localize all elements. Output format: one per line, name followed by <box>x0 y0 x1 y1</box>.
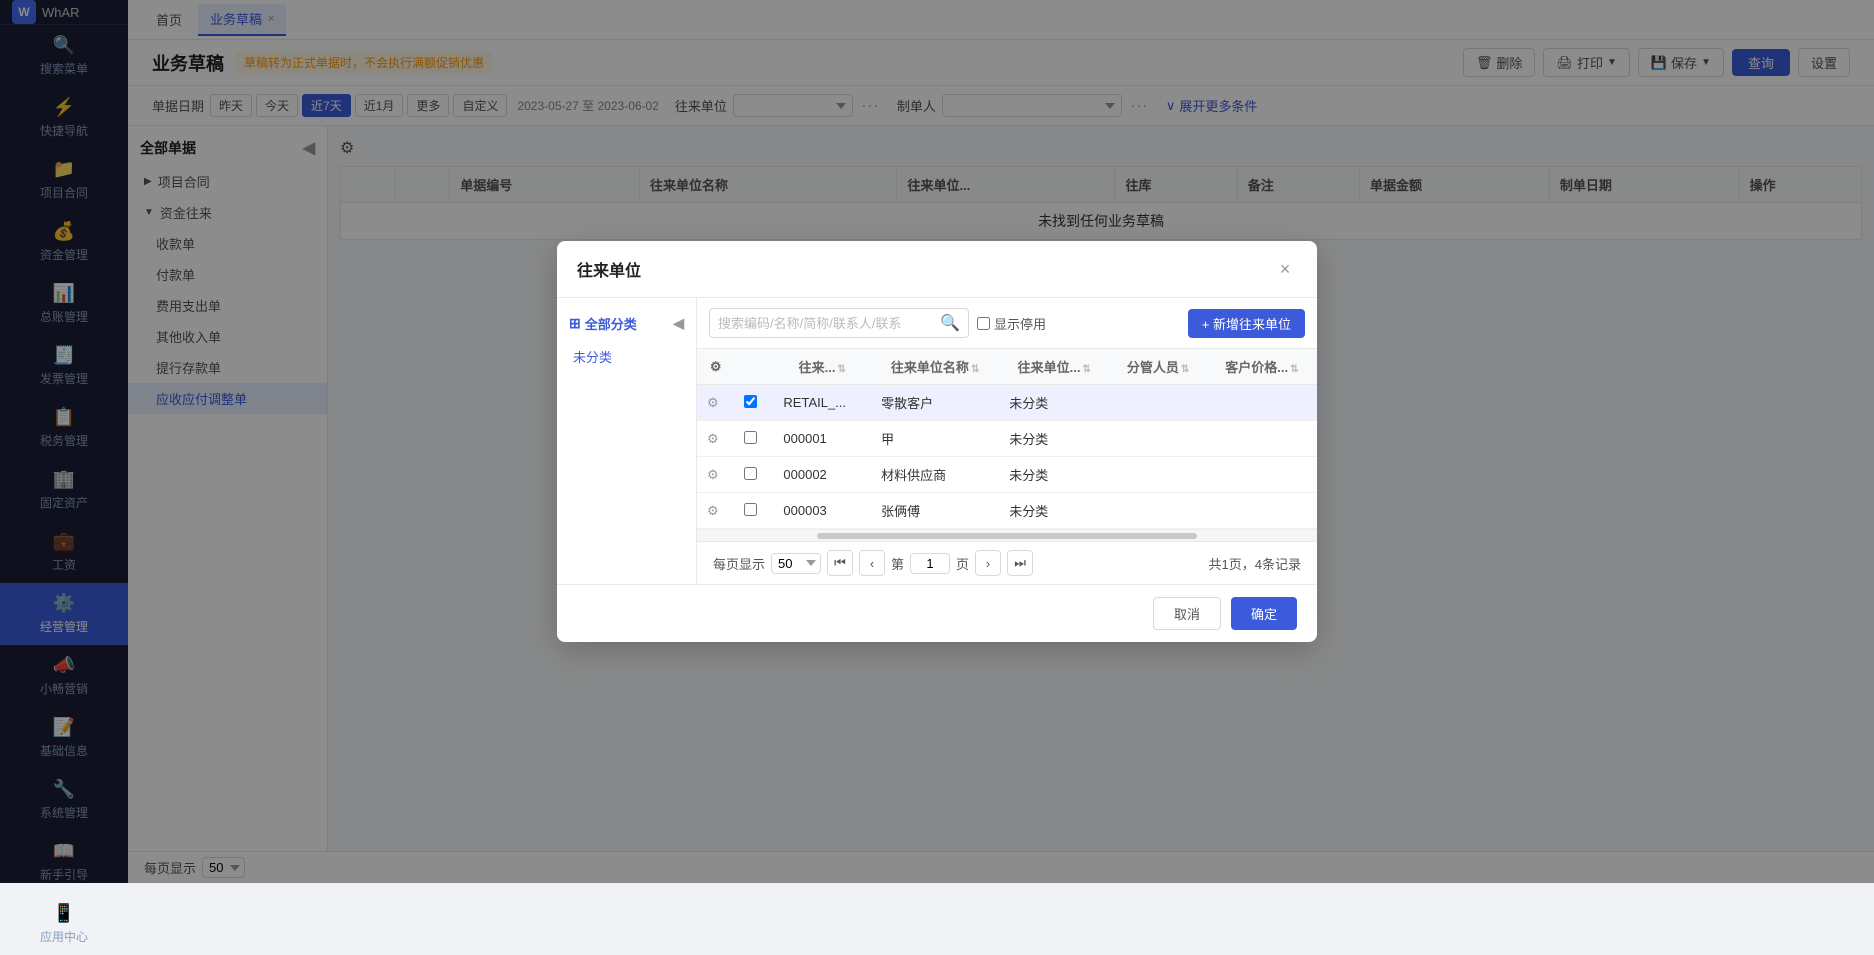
modal-dialog: 往来单位 × ⊞ 全部分类 ◀ 未分类 <box>557 241 1317 642</box>
modal-table-row[interactable]: ⚙ 000003 张俩傅 未分类 <box>697 493 1317 529</box>
category-item-uncategorized[interactable]: 未分类 <box>557 341 696 372</box>
search-input-wrap: 🔍 <box>709 308 969 338</box>
search-input[interactable] <box>718 316 934 331</box>
app-center-icon: 📱 <box>53 903 75 924</box>
row-gear[interactable]: ⚙ <box>697 385 734 421</box>
row-name: 零散客户 <box>871 385 999 421</box>
modal-col-gear: ⚙ <box>697 349 734 385</box>
row-price-level <box>1207 421 1317 457</box>
modal-body: ⊞ 全部分类 ◀ 未分类 🔍 显示停用 <box>557 298 1317 584</box>
row-check[interactable] <box>734 457 773 493</box>
modal-pagination: 每页显示 50 10 20 100 ⏮ ‹ 第 页 › ⏭ <box>697 541 1317 584</box>
modal-table-wrap: ⚙ 往来...⇅往来单位名称⇅往来单位...⇅分管人员⇅客户价格...⇅ ⚙ RE… <box>697 349 1317 529</box>
modal-toolbar: 🔍 显示停用 + 新增往来单位 <box>697 298 1317 349</box>
modal-col-name[interactable]: 往来单位名称⇅ <box>871 349 999 385</box>
row-name: 张俩傅 <box>871 493 999 529</box>
modal-col-check <box>734 349 773 385</box>
page-number-input[interactable] <box>910 553 950 574</box>
show-disabled-checkbox[interactable] <box>977 317 990 330</box>
row-salesperson <box>1109 457 1206 493</box>
row-name: 甲 <box>871 421 999 457</box>
row-category: 未分类 <box>999 421 1109 457</box>
cancel-button[interactable]: 取消 <box>1153 597 1221 630</box>
next-page-button[interactable]: › <box>975 550 1001 576</box>
add-unit-label: + 新增往来单位 <box>1202 314 1291 333</box>
modal-table-row[interactable]: ⚙ RETAIL_... 零散客户 未分类 <box>697 385 1317 421</box>
row-check[interactable] <box>734 385 773 421</box>
modal-col-salesperson[interactable]: 分管人员⇅ <box>1109 349 1206 385</box>
category-collapse-icon[interactable]: ◀ <box>673 315 684 332</box>
category-item-label: 未分类 <box>573 350 612 365</box>
row-code: 000003 <box>773 493 871 529</box>
modal-close-button[interactable]: × <box>1273 257 1297 281</box>
row-price-level <box>1207 493 1317 529</box>
modal-header: 往来单位 × <box>557 241 1317 298</box>
modal-table-row[interactable]: ⚙ 000002 材料供应商 未分类 <box>697 457 1317 493</box>
page-num-label: 第 <box>891 554 904 573</box>
prev-page-button[interactable]: ‹ <box>859 550 885 576</box>
category-grid-icon: ⊞ <box>569 315 581 332</box>
last-page-button[interactable]: ⏭ <box>1007 550 1033 576</box>
row-category: 未分类 <box>999 493 1109 529</box>
modal-table: ⚙ 往来...⇅往来单位名称⇅往来单位...⇅分管人员⇅客户价格...⇅ ⚙ RE… <box>697 349 1317 529</box>
page-total-text: 共1页，4条记录 <box>1209 554 1301 573</box>
modal-table-row[interactable]: ⚙ 000001 甲 未分类 <box>697 421 1317 457</box>
modal-col-category[interactable]: 往来单位...⇅ <box>999 349 1109 385</box>
modal-category-panel: ⊞ 全部分类 ◀ 未分类 <box>557 298 697 584</box>
row-price-level <box>1207 457 1317 493</box>
per-page-select[interactable]: 50 10 20 100 <box>771 553 821 574</box>
row-category: 未分类 <box>999 385 1109 421</box>
row-name: 材料供应商 <box>871 457 999 493</box>
row-code: RETAIL_... <box>773 385 871 421</box>
modal-title: 往来单位 <box>577 257 641 281</box>
modal-col-price-level[interactable]: 客户价格...⇅ <box>1207 349 1317 385</box>
pagination-controls: 每页显示 50 10 20 100 ⏮ ‹ 第 页 › ⏭ <box>713 550 1033 576</box>
modal-action-footer: 取消 确定 <box>557 584 1317 642</box>
row-salesperson <box>1109 385 1206 421</box>
modal-overlay: 往来单位 × ⊞ 全部分类 ◀ 未分类 <box>0 0 1874 883</box>
row-salesperson <box>1109 421 1206 457</box>
row-code: 000002 <box>773 457 871 493</box>
row-check[interactable] <box>734 493 773 529</box>
row-price-level <box>1207 385 1317 421</box>
row-salesperson <box>1109 493 1206 529</box>
row-check[interactable] <box>734 421 773 457</box>
category-title: 全部分类 <box>585 314 673 333</box>
row-gear[interactable]: ⚙ <box>697 457 734 493</box>
first-page-button[interactable]: ⏮ <box>827 550 853 576</box>
sidebar-item-app-center[interactable]: 📱 应用中心 <box>0 893 128 955</box>
show-disabled-label: 显示停用 <box>994 314 1046 333</box>
add-unit-button[interactable]: + 新增往来单位 <box>1188 309 1305 338</box>
confirm-button[interactable]: 确定 <box>1231 597 1297 630</box>
horizontal-scrollbar[interactable] <box>697 529 1317 541</box>
category-header: ⊞ 全部分类 ◀ <box>557 310 696 341</box>
show-disabled-checkbox-label[interactable]: 显示停用 <box>977 314 1046 333</box>
row-gear[interactable]: ⚙ <box>697 421 734 457</box>
row-category: 未分类 <box>999 457 1109 493</box>
modal-col-code[interactable]: 往来...⇅ <box>773 349 871 385</box>
row-code: 000001 <box>773 421 871 457</box>
per-page-label: 每页显示 <box>713 554 765 573</box>
search-icon: 🔍 <box>940 313 960 333</box>
modal-right-panel: 🔍 显示停用 + 新增往来单位 ⚙ 往来...⇅往来单位名称⇅往来单位...⇅分管… <box>697 298 1317 584</box>
row-gear[interactable]: ⚙ <box>697 493 734 529</box>
page-label: 页 <box>956 554 969 573</box>
sidebar-label-app-center: 应用中心 <box>40 928 88 945</box>
